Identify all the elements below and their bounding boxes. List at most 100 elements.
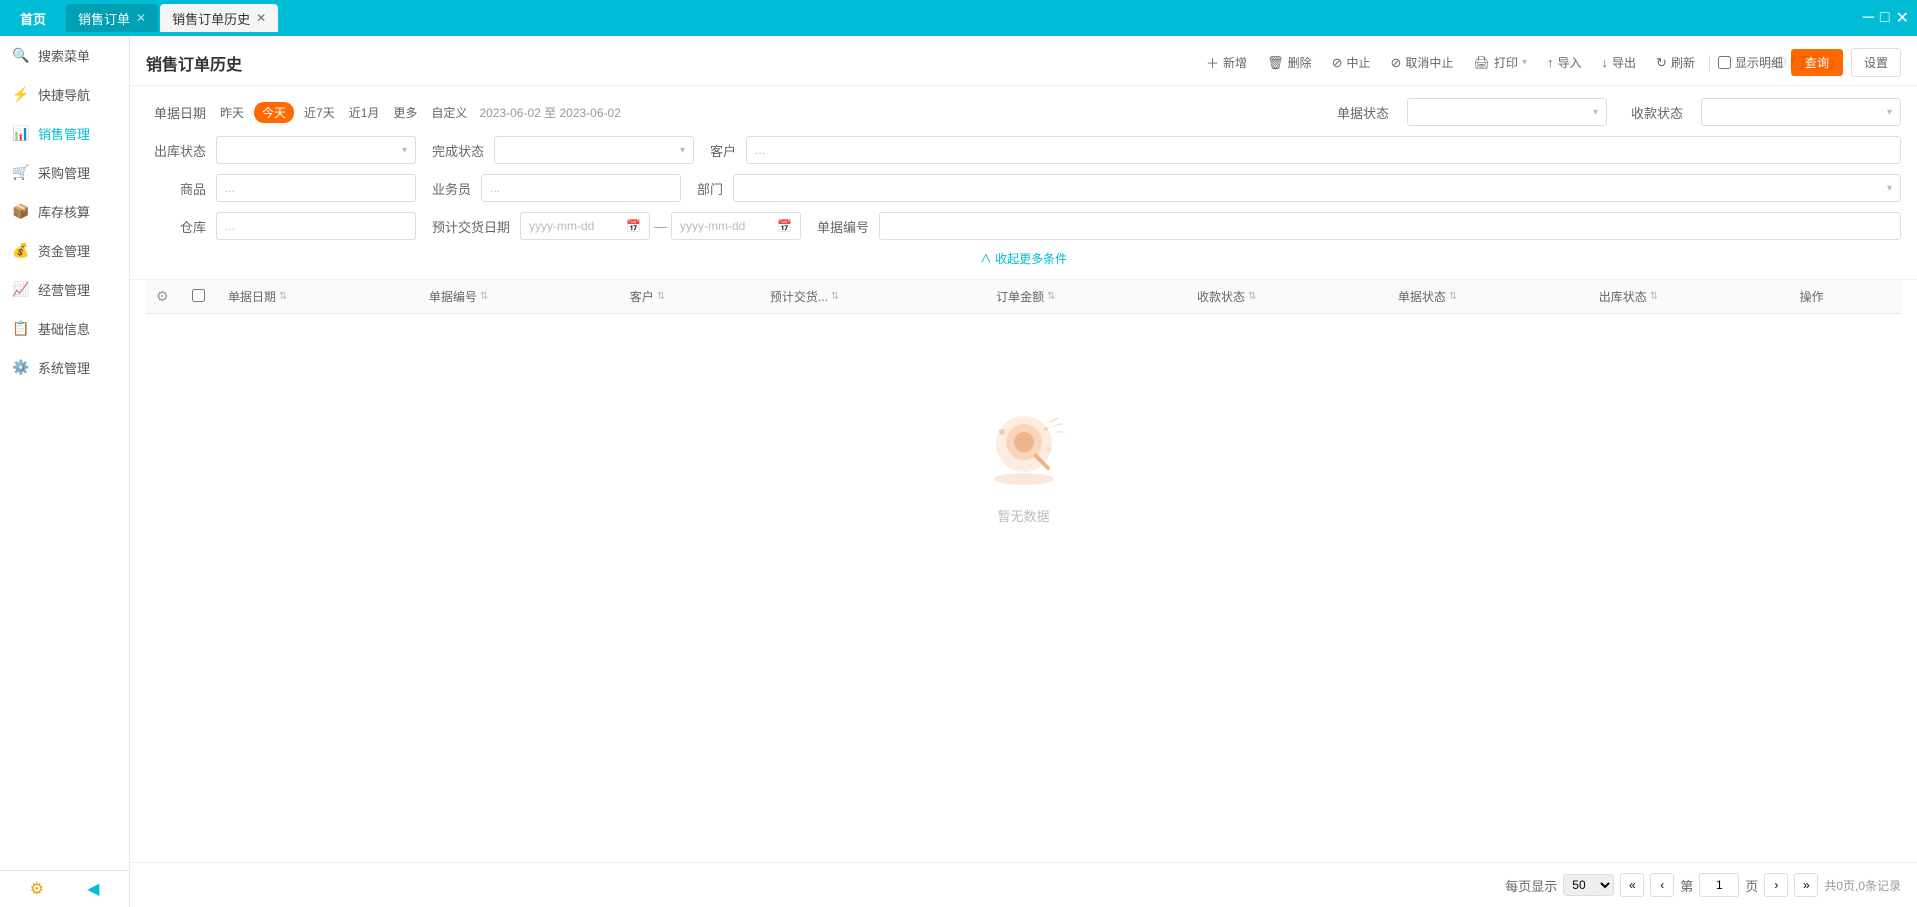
print-button[interactable]: 🖨 打印 ▾ — [1467, 50, 1533, 75]
sidebar-item-system-mgmt[interactable]: ⚙️ 系统管理 — [0, 348, 129, 387]
refresh-button[interactable]: ↻ 刷新 — [1650, 50, 1701, 75]
th-date: 单据日期 ⇅ — [218, 280, 419, 314]
voucher-no-input[interactable] — [879, 212, 1901, 240]
complete-status-select[interactable]: ▾ — [494, 136, 694, 164]
setting-button[interactable]: 设置 — [1851, 48, 1901, 77]
filter-row-4: 仓库 ... 预计交货日期 yyyy-mm-dd 📅 — yyyy-mm-dd … — [146, 212, 1901, 240]
sort-amount-icon: ⇅ — [1047, 291, 1055, 302]
sidebar-item-quick-nav[interactable]: ⚡ 快捷导航 — [0, 75, 129, 114]
settings-bottom-icon[interactable]: ⚙ — [30, 879, 44, 899]
filter-date-content: 昨天 今天 近7天 近1月 更多 自定义 2023-06-02 至 2023-0… — [216, 102, 1337, 123]
sidebar-item-search-menu[interactable]: 🔍 搜索菜单 — [0, 36, 129, 75]
voucher-status-select[interactable]: ▾ — [1407, 98, 1607, 126]
stop-button[interactable]: ⊘ 中止 — [1326, 50, 1377, 75]
query-button[interactable]: 查询 — [1791, 49, 1843, 76]
date-tab-more[interactable]: 更多 — [389, 102, 421, 123]
th-amount-sort[interactable]: 订单金额 ⇅ — [996, 288, 1177, 305]
current-page-input[interactable] — [1699, 873, 1739, 897]
date-tab-last7[interactable]: 近7天 — [300, 102, 339, 123]
th-voucher-status-sort[interactable]: 单据状态 ⇅ — [1398, 288, 1579, 305]
system-mgmt-icon: ⚙️ — [12, 359, 30, 377]
department-arrow-icon: ▾ — [1887, 183, 1892, 194]
add-button[interactable]: ＋ 新增 — [1200, 49, 1253, 76]
maximize-button[interactable]: □ — [1880, 9, 1890, 27]
last-page-button[interactable]: » — [1794, 873, 1818, 897]
warehouse-input[interactable]: ... — [216, 212, 416, 240]
th-expected-date-sort[interactable]: 预计交货... ⇅ — [770, 288, 976, 305]
sidebar: 🔍 搜索菜单 ⚡ 快捷导航 📊 销售管理 🛒 采购管理 📦 库存核算 💰 资金管… — [0, 36, 130, 907]
collapse-filter-row[interactable]: ∧ 收起更多条件 — [146, 250, 1901, 267]
customer-input[interactable]: ... — [746, 136, 1901, 164]
sidebar-item-quick-nav-label: 快捷导航 — [38, 85, 90, 104]
voucher-no-label: 单据编号 — [817, 217, 879, 236]
date-tab-today[interactable]: 今天 — [254, 102, 294, 123]
cancel-stop-button[interactable]: ⊘ 取消中止 — [1385, 50, 1460, 75]
date-tab-last1m[interactable]: 近1月 — [345, 102, 384, 123]
sidebar-item-sales-mgmt-label: 销售管理 — [38, 124, 90, 143]
collapse-sidebar-icon[interactable]: ◀ — [87, 879, 99, 899]
page-size-select[interactable]: 102050100 — [1563, 874, 1614, 896]
date-tab-yesterday[interactable]: 昨天 — [216, 102, 248, 123]
select-all-checkbox[interactable] — [192, 289, 205, 302]
tab-home[interactable]: 首页 — [8, 4, 58, 32]
close-window-button[interactable]: ✕ — [1896, 8, 1909, 28]
empty-illustration — [974, 394, 1074, 494]
toolbar: ＋ 新增 🗑 删除 ⊘ 中止 ⊘ 取消中止 🖨 打印 — [1200, 48, 1901, 77]
th-payment-status-sort[interactable]: 收款状态 ⇅ — [1197, 288, 1378, 305]
export-button[interactable]: ↓ 导出 — [1596, 50, 1643, 75]
first-page-button[interactable]: « — [1620, 873, 1644, 897]
export-icon: ↓ — [1602, 55, 1609, 70]
sidebar-item-base-info[interactable]: 📋 基础信息 — [0, 309, 129, 348]
minimize-button[interactable]: ─ — [1863, 9, 1874, 27]
sidebar-item-finance[interactable]: 💰 资金管理 — [0, 231, 129, 270]
data-table: ⚙ 单据日期 ⇅ 单据编号 — [146, 280, 1901, 314]
delete-button[interactable]: 🗑 删除 — [1261, 50, 1318, 75]
prev-page-button[interactable]: ‹ — [1650, 873, 1674, 897]
sidebar-item-inventory[interactable]: 📦 库存核算 — [0, 192, 129, 231]
sort-no-icon: ⇅ — [480, 291, 488, 302]
th-no: 单据编号 ⇅ — [419, 280, 620, 314]
th-customer-sort[interactable]: 客户 ⇅ — [630, 288, 750, 305]
tab-sales-order[interactable]: 销售订单 ✕ — [66, 4, 158, 32]
salesperson-input[interactable]: ... — [481, 174, 681, 202]
goods-label: 商品 — [146, 179, 216, 198]
import-button[interactable]: ↑ 导入 — [1541, 50, 1588, 75]
goods-input[interactable]: ... — [216, 174, 416, 202]
page-label-suffix: 页 — [1745, 876, 1758, 895]
out-stock-select[interactable]: ▾ — [216, 136, 416, 164]
th-no-label: 单据编号 — [429, 288, 477, 305]
th-amount: 订单金额 ⇅ — [986, 280, 1187, 314]
filter-row-2: 出库状态 ▾ 完成状态 ▾ 客户 ... — [146, 136, 1901, 164]
tab-sales-order-close[interactable]: ✕ — [136, 11, 146, 25]
th-no-sort[interactable]: 单据编号 ⇅ — [429, 288, 610, 305]
sidebar-item-sales-mgmt[interactable]: 📊 销售管理 — [0, 114, 129, 153]
expected-date-start[interactable]: yyyy-mm-dd 📅 — [520, 212, 650, 240]
show-detail-checkbox-label[interactable]: 显示明细 — [1718, 54, 1783, 71]
page-header: 销售订单历史 ＋ 新增 🗑 删除 ⊘ 中止 ⊘ 取消中止 — [130, 36, 1917, 86]
tab-sales-order-history-close[interactable]: ✕ — [256, 11, 266, 25]
sidebar-item-operations[interactable]: 📈 经营管理 — [0, 270, 129, 309]
th-payment-status: 收款状态 ⇅ — [1187, 280, 1388, 314]
next-page-button[interactable]: › — [1764, 873, 1788, 897]
sidebar-item-system-mgmt-label: 系统管理 — [38, 358, 90, 377]
payment-status-select[interactable]: ▾ — [1701, 98, 1901, 126]
tab-sales-order-history-label: 销售订单历史 — [172, 9, 250, 28]
th-date-sort[interactable]: 单据日期 ⇅ — [228, 288, 409, 305]
sales-mgmt-icon: 📊 — [12, 125, 30, 143]
expected-date-end[interactable]: yyyy-mm-dd 📅 — [671, 212, 801, 240]
date-tab-custom[interactable]: 自定义 — [427, 102, 471, 123]
customer-dots: ... — [755, 143, 765, 157]
th-action-label: 操作 — [1800, 290, 1824, 304]
th-settings: ⚙ — [146, 280, 182, 314]
th-checkbox — [182, 280, 218, 314]
top-bar: 首页 销售订单 ✕ 销售订单历史 ✕ ─ □ ✕ — [0, 0, 1917, 36]
th-voucher-status-label: 单据状态 — [1398, 288, 1446, 305]
sidebar-item-purchase-mgmt[interactable]: 🛒 采购管理 — [0, 153, 129, 192]
table-settings-icon[interactable]: ⚙ — [156, 288, 169, 304]
stop-label: 中止 — [1347, 54, 1371, 71]
department-select[interactable]: ▾ — [733, 174, 1901, 202]
show-detail-checkbox[interactable] — [1718, 56, 1731, 69]
tab-sales-order-history[interactable]: 销售订单历史 ✕ — [160, 4, 278, 32]
th-out-stock-status-sort[interactable]: 出库状态 ⇅ — [1599, 288, 1780, 305]
empty-state: 暂无数据 — [146, 314, 1901, 605]
